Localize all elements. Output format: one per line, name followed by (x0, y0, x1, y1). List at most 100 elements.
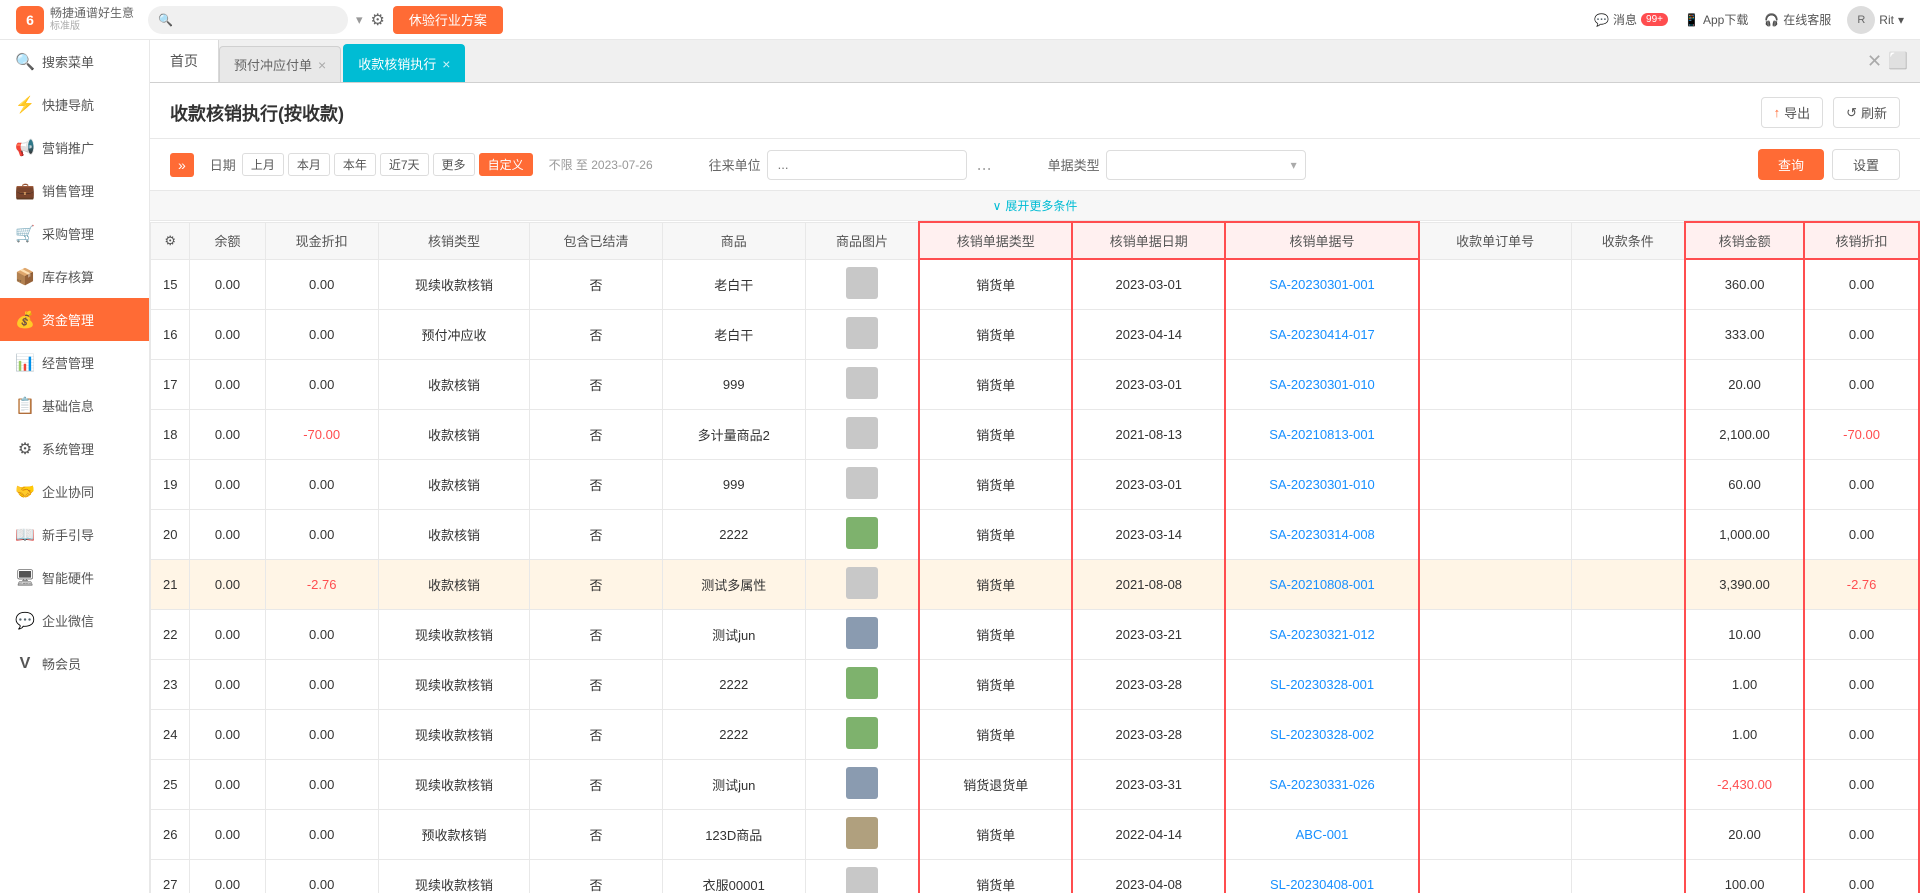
goods-image-placeholder (846, 317, 878, 349)
td-bill-type: 销货单 (919, 659, 1072, 709)
td-verify-amount: 1.00 (1685, 709, 1804, 759)
td-receipt-condition (1571, 709, 1685, 759)
unit-input[interactable] (767, 150, 967, 180)
bill-no-link[interactable]: SA-20210808-001 (1269, 577, 1375, 592)
search-box: 🔍 (148, 6, 348, 34)
sidebar-item-purchase[interactable]: 🛒 采购管理 (0, 212, 149, 255)
bill-no-link[interactable]: SL-20230328-002 (1270, 727, 1374, 742)
topbar-settings-btn[interactable]: ⚙ (371, 10, 385, 30)
sidebar-item-quick-nav[interactable]: ⚡ 快捷导航 (0, 83, 149, 126)
table-row: 27 0.00 0.00 现续收款核销 否 衣服00001 销货单 2023-0… (151, 859, 1920, 893)
page-content: 收款核销执行(按收款) ↑ 导出 ↺ 刷新 (150, 83, 1920, 893)
bill-no-link[interactable]: SA-20230301-010 (1269, 377, 1375, 392)
sidebar-item-finance[interactable]: 💰 资金管理 (0, 298, 149, 341)
nav-home[interactable]: 首页 (150, 40, 219, 82)
bill-no-link[interactable]: SA-20230301-010 (1269, 477, 1375, 492)
sidebar-item-wechat[interactable]: 💬 企业微信 (0, 599, 149, 642)
td-verify-amount: 10.00 (1685, 609, 1804, 659)
sidebar-item-label: 营销推广 (42, 138, 94, 157)
table-row: 15 0.00 0.00 现续收款核销 否 老白干 销货单 2023-03-01… (151, 259, 1920, 309)
td-id: 24 (151, 709, 190, 759)
topbar-dropdown-arrow[interactable]: ▾ (356, 12, 363, 28)
td-include-settled: 否 (530, 409, 662, 459)
settings-btn[interactable]: 设置 (1832, 149, 1900, 180)
td-bill-type: 销货单 (919, 609, 1072, 659)
date-btn-7days[interactable]: 近7天 (380, 153, 429, 176)
bill-no-link[interactable]: SL-20230408-001 (1270, 877, 1374, 892)
bill-no-link[interactable]: SA-20230331-026 (1269, 777, 1375, 792)
bill-type-select[interactable]: ▾ (1106, 150, 1306, 180)
table-row: 24 0.00 0.00 现续收款核销 否 2222 销货单 2023-03-2… (151, 709, 1920, 759)
app-download-action[interactable]: 📱 App下载 (1684, 11, 1748, 28)
date-btn-this-month[interactable]: 本月 (288, 153, 330, 176)
td-verify-type: 现续收款核销 (378, 759, 530, 809)
sidebar-item-system[interactable]: ⚙ 系统管理 (0, 427, 149, 470)
tab-prepay-close[interactable]: × (318, 57, 326, 73)
date-label: 日期 (210, 155, 236, 174)
bill-no-link[interactable]: SA-20210813-001 (1269, 427, 1375, 442)
bill-no-link[interactable]: SA-20230301-001 (1269, 277, 1375, 292)
th-settings[interactable]: ⚙ (151, 222, 190, 259)
bill-no-link[interactable]: ABC-001 (1296, 827, 1349, 842)
td-receipt-order-no (1419, 559, 1571, 609)
sidebar-item-hardware[interactable]: 🖥 智能硬件 (0, 556, 149, 599)
message-badge: 99+ (1641, 13, 1668, 26)
sidebar-item-inventory[interactable]: 📦 库存核算 (0, 255, 149, 298)
refresh-icon: ↺ (1846, 105, 1857, 121)
query-btn[interactable]: 查询 (1758, 149, 1824, 180)
tab-bar-right: ✕ ⬜ (1855, 40, 1920, 82)
table-container[interactable]: ⚙ 余额 现金折扣 核销类型 包含已结清 商品 商品图片 核销单据类型 核销单据… (150, 221, 1920, 893)
export-btn[interactable]: ↑ 导出 (1761, 97, 1824, 128)
td-bill-date: 2021-08-13 (1072, 409, 1225, 459)
td-bill-no: SL-20230328-001 (1225, 659, 1418, 709)
industry-btn[interactable]: 休验行业方案 (393, 6, 503, 34)
sidebar-item-search[interactable]: 🔍 搜索菜单 (0, 40, 149, 83)
tab-verify-close[interactable]: × (442, 56, 450, 72)
user-label: Rit (1879, 13, 1894, 27)
td-verify-amount: 60.00 (1685, 459, 1804, 509)
bill-no-link[interactable]: SA-20230414-017 (1269, 327, 1375, 342)
date-btn-more[interactable]: 更多 (433, 153, 475, 176)
sidebar-item-guide[interactable]: 📖 新手引导 (0, 513, 149, 556)
sidebar-item-management[interactable]: 📊 经营管理 (0, 341, 149, 384)
refresh-btn[interactable]: ↺ 刷新 (1833, 97, 1900, 128)
sidebar-item-sales[interactable]: 💼 销售管理 (0, 169, 149, 212)
sidebar-item-marketing[interactable]: 📢 营销推广 (0, 126, 149, 169)
date-btn-last-month[interactable]: 上月 (242, 153, 284, 176)
tab-verify[interactable]: 收款核销执行 × (343, 44, 465, 82)
td-verify-discount: 0.00 (1804, 359, 1919, 409)
td-verify-amount: 100.00 (1685, 859, 1804, 893)
td-verify-discount: 0.00 (1804, 609, 1919, 659)
sidebar-item-member[interactable]: V 畅会员 (0, 642, 149, 685)
window-maximize-btn[interactable]: ⬜ (1888, 51, 1908, 71)
message-action[interactable]: 💬 消息 99+ (1594, 11, 1668, 28)
sidebar-item-label: 新手引导 (42, 525, 94, 544)
sidebar-item-label: 资金管理 (42, 310, 94, 329)
td-include-settled: 否 (530, 259, 662, 309)
td-include-settled: 否 (530, 659, 662, 709)
expand-conditions-btn[interactable]: ∨ 展开更多条件 (993, 197, 1078, 214)
bill-no-link[interactable]: SA-20230321-012 (1269, 627, 1375, 642)
sidebar-item-label: 搜索菜单 (42, 52, 94, 71)
bill-no-link[interactable]: SA-20230314-008 (1269, 527, 1375, 542)
bill-no-link[interactable]: SL-20230328-001 (1270, 677, 1374, 692)
unit-filter: 往来单位 ... (709, 150, 992, 180)
td-goods-image (805, 359, 919, 409)
td-cash-discount: 0.00 (265, 859, 378, 893)
filter-toggle-btn[interactable]: » (170, 153, 194, 177)
online-service-action[interactable]: 🎧 在线客服 (1764, 11, 1831, 28)
td-verify-type: 收款核销 (378, 359, 530, 409)
filter-row: » 日期 上月 本月 本年 近7天 更多 自定义 (170, 149, 1900, 180)
date-btn-this-year[interactable]: 本年 (334, 153, 376, 176)
td-id: 18 (151, 409, 190, 459)
td-id: 27 (151, 859, 190, 893)
sidebar-item-basic-info[interactable]: 📋 基础信息 (0, 384, 149, 427)
window-close-btn[interactable]: ✕ (1867, 51, 1882, 72)
user-area[interactable]: R Rit ▾ (1847, 6, 1904, 34)
tab-prepay[interactable]: 预付冲应付单 × (219, 46, 341, 82)
td-goods-image (805, 509, 919, 559)
td-bill-no: SL-20230408-001 (1225, 859, 1418, 893)
date-btn-custom[interactable]: 自定义 (479, 153, 533, 176)
sidebar-item-cooperation[interactable]: 🤝 企业协同 (0, 470, 149, 513)
td-cash-discount: 0.00 (265, 359, 378, 409)
